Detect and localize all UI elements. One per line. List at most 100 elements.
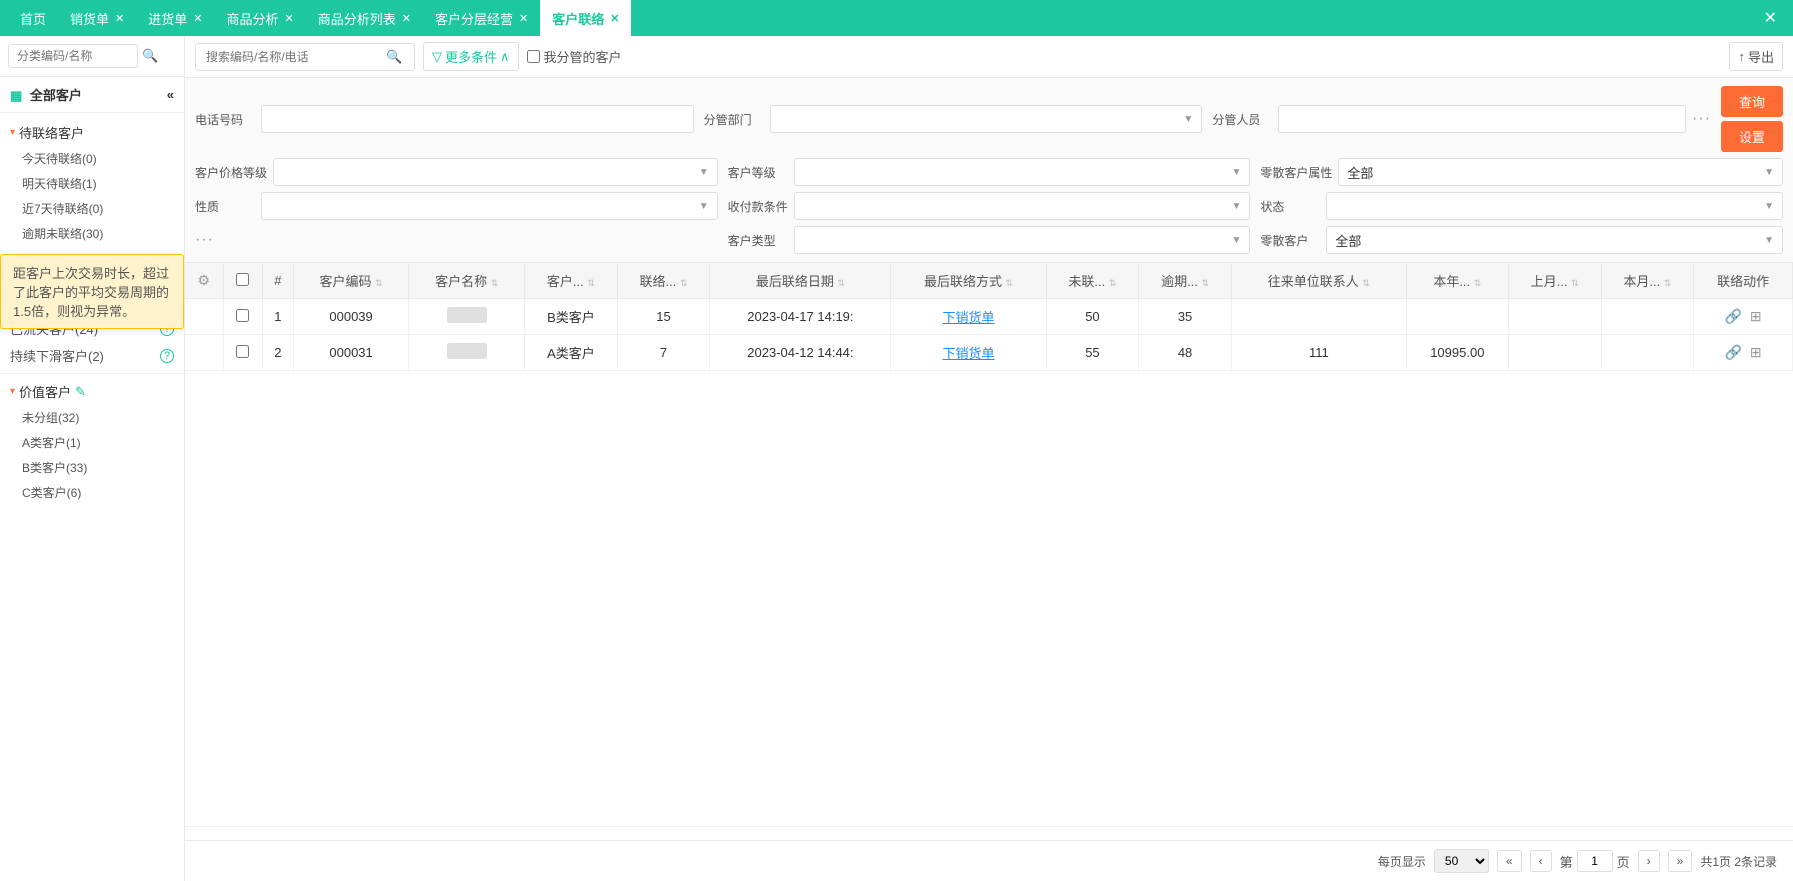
nav-analysis-close[interactable]: ✕ bbox=[285, 12, 294, 25]
value-customers-edit-icon[interactable]: ✎ bbox=[75, 384, 86, 400]
advanced-filter: 电话号码 分管部门 ▼ 分管人员 ··· 查询 设置 bbox=[185, 78, 1793, 263]
filter-search-icon[interactable]: 🔍 bbox=[386, 49, 402, 65]
filter-gender: 性质 ▼ bbox=[195, 192, 718, 220]
grid-action-icon[interactable]: ⊞ bbox=[1750, 344, 1762, 361]
nav-customer-seg-close[interactable]: ✕ bbox=[519, 12, 528, 25]
gender-select[interactable]: ▼ bbox=[261, 192, 718, 220]
nav-purchase-close[interactable]: ✕ bbox=[193, 12, 202, 25]
nav-sales-close[interactable]: ✕ bbox=[115, 12, 124, 25]
filter-bar: 🔍 ▽ 更多条件 ∧ 我分管的客户 ↑ 导出 bbox=[185, 36, 1793, 78]
person-input[interactable] bbox=[1278, 105, 1686, 133]
sidebar-collapse-icon[interactable]: « bbox=[167, 87, 174, 102]
sidebar-item-c-class[interactable]: C类客户(6) bbox=[0, 480, 184, 505]
row4-dots[interactable]: ··· bbox=[195, 231, 214, 249]
table-row: 1000039B类客户152023-04-17 14:19:下销货单5035🔗⊞ bbox=[185, 299, 1793, 335]
prev-page-btn[interactable]: ‹ bbox=[1530, 850, 1552, 872]
filter-retail-attr: 零散客户属性 全部 ▼ bbox=[1260, 158, 1783, 186]
sidebar-search-area: 🔍 bbox=[0, 36, 184, 77]
sidebar-item-7days[interactable]: 近7天待联络(0) bbox=[0, 196, 184, 221]
nav-analysis-list[interactable]: 商品分析列表 ✕ bbox=[306, 0, 423, 36]
filter-search-input[interactable] bbox=[206, 50, 386, 64]
sort-category-icon[interactable]: ⇅ bbox=[587, 278, 595, 288]
retail-attr-select[interactable]: 全部 ▼ bbox=[1338, 158, 1783, 186]
my-customers-checkbox[interactable] bbox=[527, 50, 540, 63]
status-select[interactable]: ▼ bbox=[1326, 192, 1783, 220]
sort-year-icon[interactable]: ⇅ bbox=[1474, 278, 1482, 288]
sort-tmonth-icon[interactable]: ⇅ bbox=[1664, 278, 1672, 288]
main-container: 🔍 ▦ 全部客户 « ▾ 待联络客户 今天待联络(0) 明天待联络(1) 近7天… bbox=[0, 36, 1793, 881]
row-checkbox[interactable] bbox=[236, 309, 249, 322]
sort-uncontacted-icon[interactable]: ⇅ bbox=[1109, 278, 1117, 288]
sort-code-icon[interactable]: ⇅ bbox=[375, 278, 383, 288]
first-page-btn[interactable]: « bbox=[1497, 850, 1522, 872]
table-settings-icon[interactable]: ⚙ bbox=[197, 272, 210, 288]
retail-customer-select[interactable]: 全部 ▼ bbox=[1326, 226, 1783, 254]
sidebar-value-customers-title[interactable]: ▾ 价值客户 ✎ bbox=[0, 378, 184, 405]
sidebar-search-icon[interactable]: 🔍 bbox=[142, 48, 158, 64]
page-info: 第 页 bbox=[1560, 850, 1630, 872]
price-grade-select[interactable]: ▼ bbox=[273, 158, 718, 186]
nav-sales[interactable]: 销货单 ✕ bbox=[58, 0, 136, 36]
person-more-icon[interactable]: ··· bbox=[1692, 110, 1711, 128]
sidebar-item-a-class[interactable]: A类客户(1) bbox=[0, 430, 184, 455]
sort-name-icon[interactable]: ⇅ bbox=[491, 278, 499, 288]
export-btn[interactable]: ↑ 导出 bbox=[1729, 42, 1783, 71]
customer-grade-select[interactable]: ▼ bbox=[794, 158, 1251, 186]
table-area: ⚙ # 客户编码 ⇅ 客户名称 ⇅ bbox=[185, 263, 1793, 826]
page-input[interactable] bbox=[1577, 850, 1613, 872]
col-name: 客户名称 ⇅ bbox=[409, 263, 525, 299]
sort-date-icon[interactable]: ⇅ bbox=[837, 278, 845, 288]
triangle-icon-2: ▾ bbox=[10, 386, 15, 397]
nav-home[interactable]: 首页 bbox=[8, 0, 58, 36]
filter-status: 状态 ▼ bbox=[1260, 192, 1783, 220]
select-all-checkbox[interactable] bbox=[236, 273, 249, 286]
customer-type-select[interactable]: ▼ bbox=[794, 226, 1251, 254]
footer-pagination: 每页显示 50 20 100 « ‹ 第 页 › » 共1页 2条记录 bbox=[185, 840, 1793, 881]
last-contact-type-link[interactable]: 下销货单 bbox=[943, 346, 995, 361]
sidebar-item-tomorrow[interactable]: 明天待联络(1) bbox=[0, 171, 184, 196]
more-conditions-btn[interactable]: ▽ 更多条件 ∧ bbox=[423, 42, 519, 71]
dept-select[interactable]: ▼ bbox=[770, 105, 1203, 133]
last-page-btn[interactable]: » bbox=[1668, 850, 1693, 872]
nav-customer-contact[interactable]: 客户联络 ✕ bbox=[540, 0, 631, 36]
query-setting-btns: 查询 设置 bbox=[1721, 86, 1783, 152]
customer-grade-chevron-icon: ▼ bbox=[1231, 167, 1241, 178]
nav-analysis-list-close[interactable]: ✕ bbox=[402, 12, 411, 25]
filter-row-1: 电话号码 分管部门 ▼ 分管人员 ··· 查询 设置 bbox=[195, 86, 1783, 152]
setting-btn[interactable]: 设置 bbox=[1721, 121, 1783, 152]
nav-analysis[interactable]: 商品分析 ✕ bbox=[214, 0, 305, 36]
horizontal-scrollbar[interactable] bbox=[185, 826, 1793, 840]
sidebar-item-declining[interactable]: 持续下滑客户(2) ? bbox=[0, 342, 184, 369]
sidebar-search-input[interactable] bbox=[8, 44, 138, 68]
row-checkbox[interactable] bbox=[236, 345, 249, 358]
sidebar-item-today[interactable]: 今天待联络(0) bbox=[0, 146, 184, 171]
sort-lmonth-icon[interactable]: ⇅ bbox=[1571, 278, 1579, 288]
next-page-btn[interactable]: › bbox=[1638, 850, 1660, 872]
filter-dept: 分管部门 ▼ bbox=[704, 105, 1203, 133]
phone-input[interactable] bbox=[261, 105, 694, 133]
last-contact-type-link[interactable]: 下销货单 bbox=[943, 310, 995, 325]
sort-unit-icon[interactable]: ⇅ bbox=[1362, 278, 1370, 288]
sidebar-item-overdue[interactable]: 逾期未联络(30) bbox=[0, 221, 184, 246]
triangle-icon: ▾ bbox=[10, 127, 15, 138]
sort-overdue-icon[interactable]: ⇅ bbox=[1202, 278, 1210, 288]
nav-customer-seg[interactable]: 客户分层经营 ✕ bbox=[423, 0, 540, 36]
window-close-btn[interactable]: ✕ bbox=[1756, 4, 1785, 32]
payment-select[interactable]: ▼ bbox=[794, 192, 1251, 220]
query-btn[interactable]: 查询 bbox=[1721, 86, 1783, 117]
nav-purchase[interactable]: 进货单 ✕ bbox=[136, 0, 214, 36]
filter-search-box: 🔍 bbox=[195, 43, 415, 71]
link-action-icon[interactable]: 🔗 bbox=[1724, 344, 1741, 361]
sidebar-item-ungrouped[interactable]: 未分组(32) bbox=[0, 405, 184, 430]
grid-action-icon[interactable]: ⊞ bbox=[1750, 308, 1762, 325]
nav-customer-contact-close[interactable]: ✕ bbox=[610, 12, 619, 25]
sidebar-item-b-class[interactable]: B类客户(33) bbox=[0, 455, 184, 480]
sidebar-all-customers[interactable]: ▦ 全部客户 « bbox=[0, 77, 184, 113]
sidebar-waiting-contact-title[interactable]: ▾ 待联络客户 bbox=[0, 119, 184, 146]
sort-type-icon[interactable]: ⇅ bbox=[1006, 278, 1014, 288]
per-page-select[interactable]: 50 20 100 bbox=[1434, 849, 1489, 873]
sort-contact-icon[interactable]: ⇅ bbox=[680, 278, 688, 288]
link-action-icon[interactable]: 🔗 bbox=[1724, 308, 1741, 325]
filter-row-3: 性质 ▼ 收付款条件 ▼ 状态 bbox=[195, 192, 1783, 220]
sidebar-waiting-contact-group: ▾ 待联络客户 今天待联络(0) 明天待联络(1) 近7天待联络(0) 逾期未联… bbox=[0, 113, 184, 252]
